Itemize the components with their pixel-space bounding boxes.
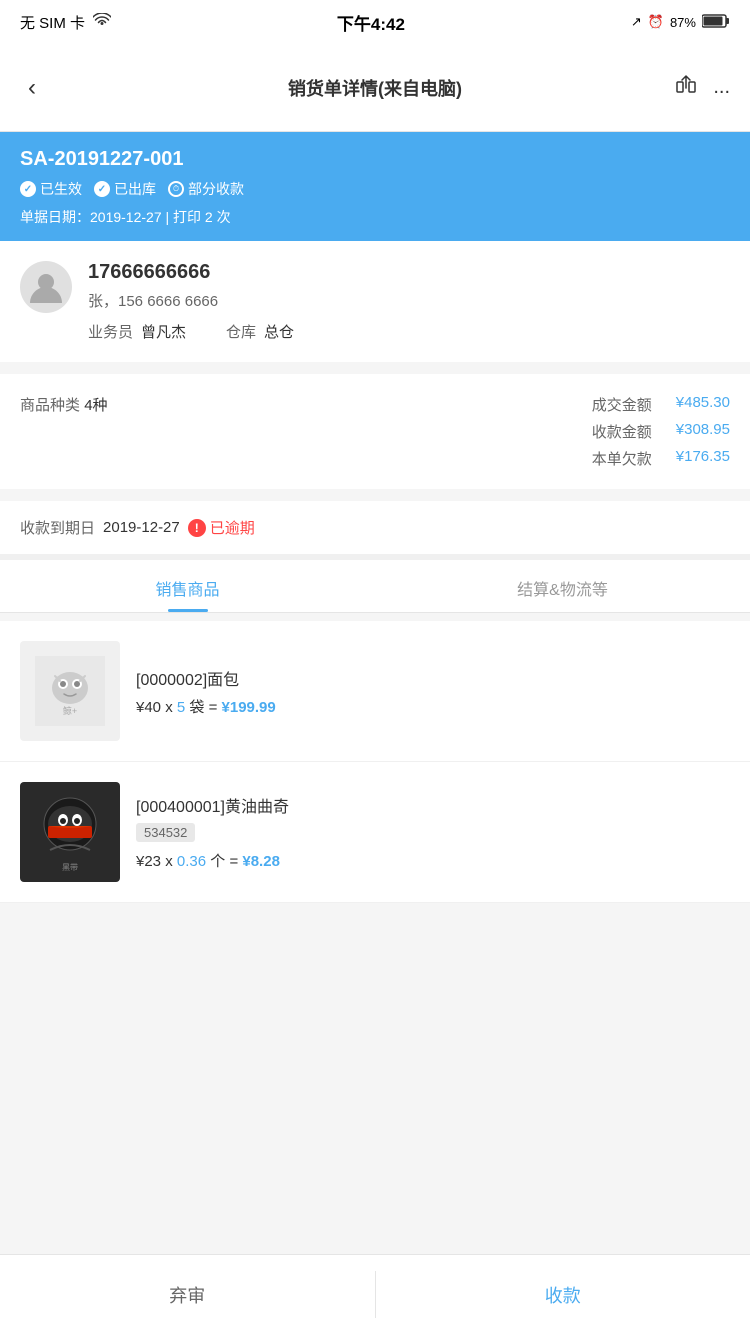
bottom-bar: 弃审 收款 (0, 1254, 750, 1334)
warehouse-info: 仓库 总仓 (226, 321, 294, 342)
more-button[interactable]: ... (713, 76, 730, 99)
status-bar: 无 SIM 卡 下午4:42 ↗ ⏰ 87% (0, 0, 750, 44)
product-price-2: ¥23 x 0.36 个 = ¥8.28 (136, 850, 730, 871)
avatar (20, 261, 72, 313)
overdue-text: 已逾期 (210, 517, 255, 538)
owed-value: ¥176.35 (676, 448, 730, 469)
warehouse-label: 仓库 (226, 321, 256, 342)
confirm-button[interactable]: 收款 (376, 1255, 750, 1334)
product-image-2: 黑带 (20, 782, 120, 882)
badge-shipped: ✓ 已出库 (94, 179, 156, 199)
nav-bar: ‹ 销货单详情(来自电脑) ... (0, 44, 750, 132)
product-name-1: [0000002]面包 (136, 666, 730, 690)
location-icon: ↗ (631, 14, 642, 30)
customer-section: 17666666666 张，156 6666 6666 业务员 曾凡杰 仓库 总… (0, 241, 750, 362)
list-item: 鲸+ [0000002]面包 ¥40 x 5 袋 = ¥199.99 (0, 621, 750, 762)
due-date-value: 2019-12-27 (103, 519, 180, 536)
product-qty-1: 5 (177, 699, 185, 716)
order-badges: ✓ 已生效 ✓ 已出库 ⏱ 部分收款 (20, 179, 730, 199)
total-amount-row: 成交金额 ¥485.30 (592, 394, 730, 415)
wifi-icon (93, 13, 111, 31)
product-image-1: 鲸+ (20, 641, 120, 741)
product-total-2: ¥8.28 (242, 853, 280, 870)
svg-text:鲸+: 鲸+ (63, 705, 77, 716)
battery-icon (702, 14, 730, 31)
nav-actions: ... (675, 74, 730, 102)
customer-info: 17666666666 张，156 6666 6666 业务员 曾凡杰 仓库 总… (88, 261, 730, 342)
product-info-2: [000400001]黄油曲奇 534532 ¥23 x 0.36 个 = ¥8… (136, 793, 730, 871)
financial-stats: 成交金额 ¥485.30 收款金额 ¥308.95 本单欠款 ¥176.35 (592, 394, 730, 469)
warehouse-value: 总仓 (264, 321, 294, 342)
product-qty-2: 0.36 (177, 853, 206, 870)
list-item: 黑带 [000400001]黄油曲奇 534532 ¥23 x 0.36 个 =… (0, 762, 750, 903)
status-time: 下午4:42 (337, 10, 405, 35)
badge-partial: ⏱ 部分收款 (168, 179, 244, 199)
product-total-1: ¥199.99 (222, 699, 276, 716)
due-date-section: 收款到期日 2019-12-27 ! 已逾期 (0, 501, 750, 560)
tab-settlement[interactable]: 结算&物流等 (375, 560, 750, 612)
cancel-button[interactable]: 弃审 (0, 1255, 375, 1334)
order-date-info: 单据日期：2019-12-27 | 打印 2 次 (20, 207, 730, 227)
total-amount-label: 成交金额 (592, 394, 652, 415)
due-date-label: 收款到期日 (20, 517, 95, 538)
customer-account: 17666666666 (88, 261, 730, 284)
category-label: 商品种类 (20, 397, 80, 414)
category-count: 4种 (84, 397, 107, 414)
salesperson-label: 业务员 (88, 321, 133, 342)
alarm-icon: ⏰ (648, 14, 664, 30)
stats-section: 商品种类 4种 成交金额 ¥485.30 收款金额 ¥308.95 本单欠款 ¥… (0, 374, 750, 489)
received-row: 收款金额 ¥308.95 (592, 421, 730, 442)
back-button[interactable]: ‹ (20, 66, 44, 110)
salesperson-value: 曾凡杰 (141, 321, 186, 342)
tab-products[interactable]: 销售商品 (0, 560, 375, 612)
overdue-icon: ! (188, 519, 206, 537)
received-label: 收款金额 (592, 421, 652, 442)
battery-text: 87% (670, 15, 696, 30)
tabs-section: 销售商品 结算&物流等 (0, 560, 750, 613)
check-icon: ✓ (20, 181, 36, 197)
product-sku-2: 534532 (136, 823, 195, 842)
products-section: 鲸+ [0000002]面包 ¥40 x 5 袋 = ¥199.99 (0, 621, 750, 903)
svg-text:黑带: 黑带 (62, 863, 78, 872)
clock-icon: ⏱ (168, 181, 184, 197)
salesperson-info: 业务员 曾凡杰 (88, 321, 186, 342)
overdue-badge: ! 已逾期 (188, 517, 255, 538)
owed-row: 本单欠款 ¥176.35 (592, 448, 730, 469)
total-amount-value: ¥485.30 (676, 394, 730, 415)
order-id: SA-20191227-001 (20, 148, 730, 171)
category-info: 商品种类 4种 (20, 394, 108, 415)
product-name-2: [000400001]黄油曲奇 (136, 793, 730, 817)
customer-meta: 业务员 曾凡杰 仓库 总仓 (88, 321, 730, 342)
product-info-1: [0000002]面包 ¥40 x 5 袋 = ¥199.99 (136, 666, 730, 717)
header-banner: SA-20191227-001 ✓ 已生效 ✓ 已出库 ⏱ 部分收款 单据日期：… (0, 132, 750, 241)
owed-label: 本单欠款 (592, 448, 652, 469)
product-price-1: ¥40 x 5 袋 = ¥199.99 (136, 696, 730, 717)
page-title: 销货单详情(来自电脑) (288, 75, 462, 101)
customer-contact: 张，156 6666 6666 (88, 290, 730, 311)
share-button[interactable] (675, 74, 697, 102)
status-left: 无 SIM 卡 (20, 12, 111, 33)
received-value: ¥308.95 (676, 421, 730, 442)
check-icon-2: ✓ (94, 181, 110, 197)
carrier-text: 无 SIM 卡 (20, 12, 85, 33)
status-right: ↗ ⏰ 87% (631, 14, 730, 31)
badge-effective: ✓ 已生效 (20, 179, 82, 199)
